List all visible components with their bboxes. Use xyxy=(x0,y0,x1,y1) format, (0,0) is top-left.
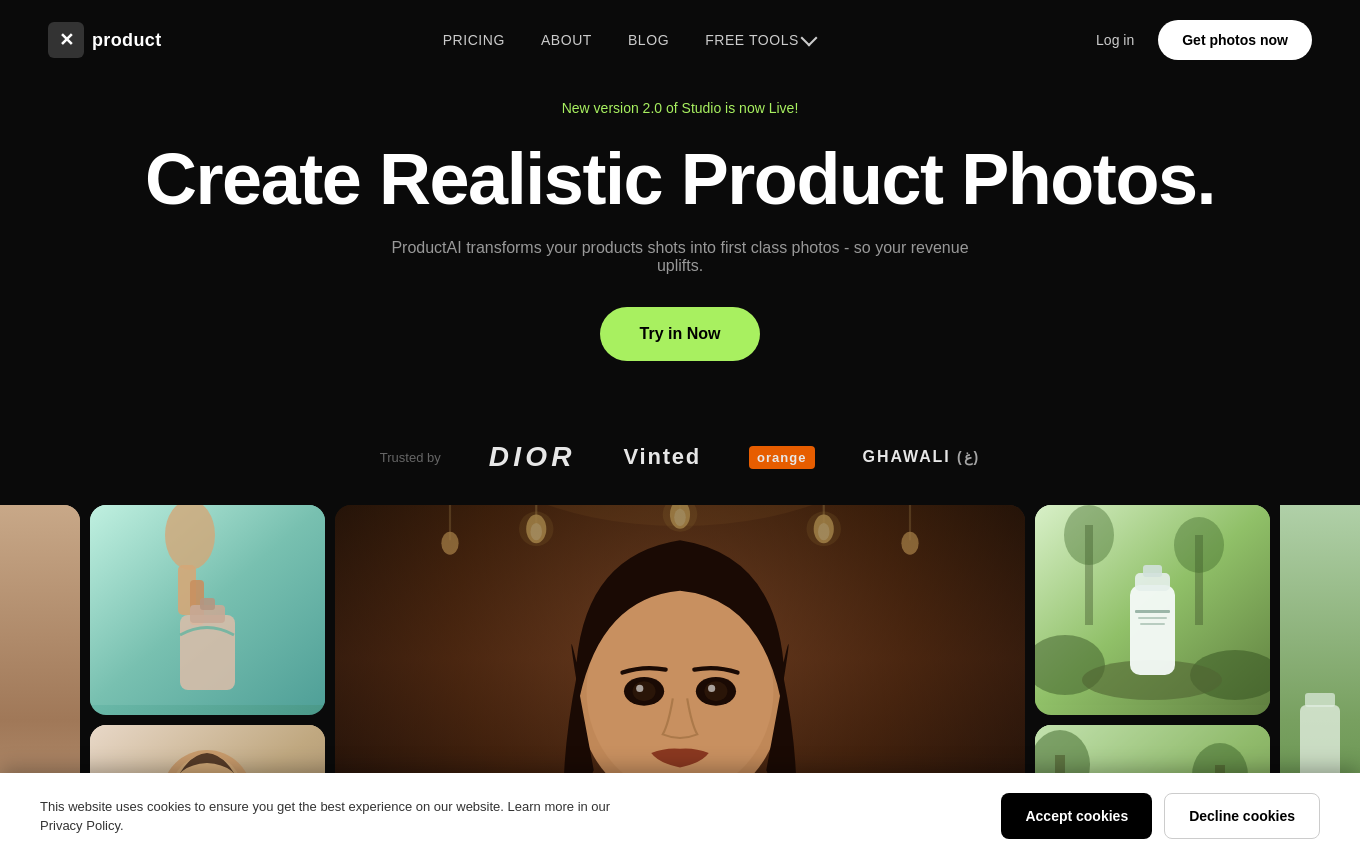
trusted-bar: Trusted by DIOR Vinted orange GHAWALI (ﻍ… xyxy=(0,401,1360,505)
svg-text:✕: ✕ xyxy=(59,30,74,50)
accept-cookies-button[interactable]: Accept cookies xyxy=(1001,793,1152,839)
trusted-label: Trusted by xyxy=(380,450,441,465)
svg-point-46 xyxy=(636,685,643,692)
svg-point-56 xyxy=(1064,505,1114,565)
nav-right: Log in Get photos now xyxy=(1096,20,1312,60)
hero-subtitle: ProductAI transforms your products shots… xyxy=(380,239,980,275)
decline-cookies-button[interactable]: Decline cookies xyxy=(1164,793,1320,839)
brand-ghawali: GHAWALI (ﻍ) xyxy=(863,448,981,466)
nav-link-about[interactable]: ABOUT xyxy=(541,32,592,48)
svg-point-47 xyxy=(708,685,715,692)
svg-point-44 xyxy=(633,681,656,701)
svg-rect-59 xyxy=(1130,585,1175,675)
free-tools-chevron-icon xyxy=(800,30,817,47)
svg-point-58 xyxy=(1174,517,1224,573)
logo-icon: ✕ xyxy=(48,22,84,58)
hero-announcement: New version 2.0 of Studio is now Live! xyxy=(48,100,1312,116)
brand-vinted: Vinted xyxy=(624,444,701,470)
svg-point-45 xyxy=(704,681,727,701)
brand-dior: DIOR xyxy=(489,441,576,473)
svg-rect-62 xyxy=(1135,610,1170,613)
nav-link-pricing[interactable]: PRICING xyxy=(443,32,505,48)
hero-title: Create Realistic Product Photos. xyxy=(48,140,1312,219)
gallery-perfume-image xyxy=(90,505,325,715)
logo[interactable]: ✕ product xyxy=(48,22,162,58)
perfume-svg xyxy=(90,505,325,705)
cookie-buttons: Accept cookies Decline cookies xyxy=(1001,793,1320,839)
cookie-text: This website uses cookies to ensure you … xyxy=(40,797,640,836)
cookie-banner: This website uses cookies to ensure you … xyxy=(0,773,1360,859)
svg-rect-13 xyxy=(200,598,215,610)
hero-section: New version 2.0 of Studio is now Live! C… xyxy=(0,80,1360,401)
svg-rect-64 xyxy=(1140,623,1165,625)
nav-links: PRICING ABOUT BLOG FREE TOOLS xyxy=(443,31,815,49)
gallery-skincare-image xyxy=(1035,505,1270,715)
logo-text: product xyxy=(92,30,162,51)
navigation: ✕ product PRICING ABOUT BLOG FREE TOOLS … xyxy=(0,0,1360,80)
nav-link-free-tools[interactable]: FREE TOOLS xyxy=(705,32,799,48)
nav-item-blog[interactable]: BLOG xyxy=(628,31,669,49)
svg-rect-61 xyxy=(1143,565,1162,577)
get-photos-button[interactable]: Get photos now xyxy=(1158,20,1312,60)
svg-rect-77 xyxy=(1305,693,1335,707)
nav-item-about[interactable]: ABOUT xyxy=(541,31,592,49)
cookie-message: This website uses cookies to ensure you … xyxy=(40,799,610,834)
svg-rect-63 xyxy=(1138,617,1167,619)
nav-item-free-tools[interactable]: FREE TOOLS xyxy=(705,32,815,48)
brand-orange: orange xyxy=(749,446,815,469)
nav-link-blog[interactable]: BLOG xyxy=(628,32,669,48)
login-button[interactable]: Log in xyxy=(1096,32,1134,48)
try-now-button[interactable]: Try in Now xyxy=(600,307,761,361)
nav-item-pricing[interactable]: PRICING xyxy=(443,31,505,49)
skincare-svg xyxy=(1035,505,1270,705)
